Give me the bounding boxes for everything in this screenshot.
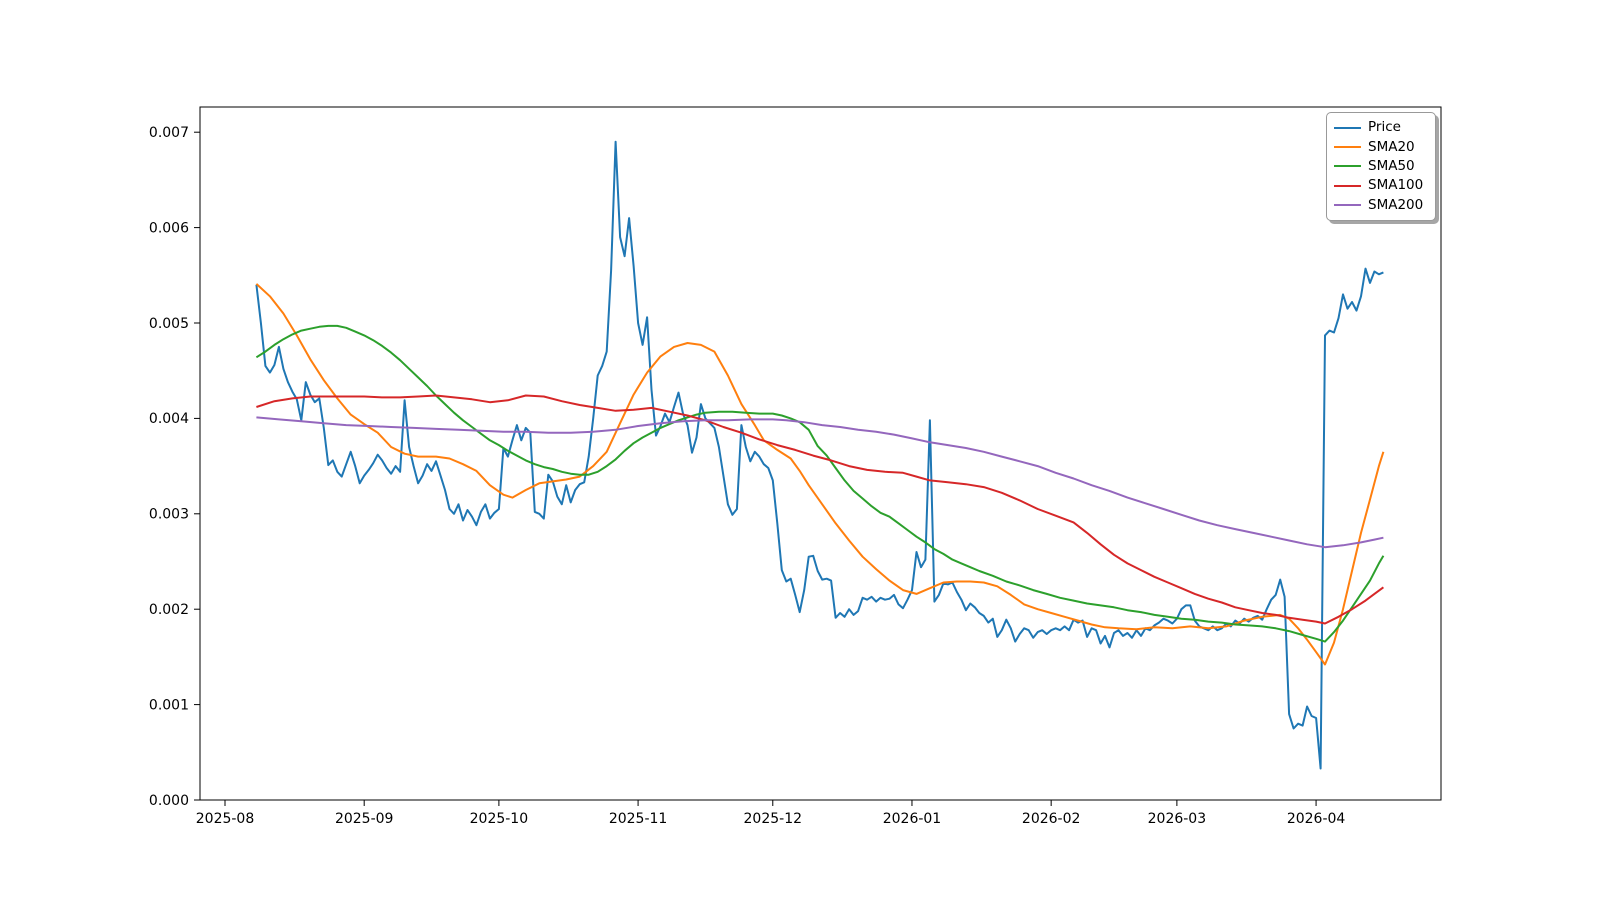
legend-line-swatch bbox=[1334, 126, 1361, 129]
x-tick-label: 2025-12 bbox=[744, 811, 803, 827]
legend-line-swatch bbox=[1334, 204, 1361, 207]
x-tick-label: 2026-04 bbox=[1287, 811, 1346, 827]
y-tick-label: 0.001 bbox=[149, 697, 189, 713]
legend: Price SMA20 SMA50 SMA100 SMA200 bbox=[1326, 112, 1436, 221]
legend-line-swatch bbox=[1334, 184, 1361, 187]
y-tick-label: 0.004 bbox=[149, 411, 189, 427]
y-tick-label: 0.005 bbox=[149, 316, 189, 332]
legend-line-swatch bbox=[1334, 146, 1361, 149]
legend-label: Price bbox=[1368, 119, 1401, 136]
y-tick-label: 0.002 bbox=[149, 602, 189, 618]
x-tick-label: 2026-02 bbox=[1022, 811, 1081, 827]
x-tick-label: 2026-01 bbox=[883, 811, 942, 827]
plot-border bbox=[199, 106, 1442, 801]
legend-label: SMA200 bbox=[1368, 196, 1424, 213]
x-tick-label: 2025-08 bbox=[196, 811, 255, 827]
legend-label: SMA20 bbox=[1368, 138, 1415, 155]
x-tick-label: 2025-09 bbox=[335, 811, 394, 827]
y-tick-label: 0.000 bbox=[149, 793, 189, 809]
y-tick-label: 0.007 bbox=[149, 125, 189, 141]
series-line-sma100 bbox=[256, 394, 1384, 625]
legend-item-sma50: SMA50 bbox=[1334, 157, 1428, 176]
x-tick-label: 2025-11 bbox=[609, 811, 668, 827]
series-line-sma50 bbox=[255, 324, 1385, 643]
legend-label: SMA100 bbox=[1368, 177, 1424, 194]
legend-item-sma20: SMA20 bbox=[1334, 137, 1428, 156]
y-tick-label: 0.003 bbox=[149, 507, 189, 523]
y-tick-label: 0.006 bbox=[149, 220, 189, 236]
x-tick-label: 2026-03 bbox=[1148, 811, 1207, 827]
x-tick-label: 2025-10 bbox=[470, 811, 529, 827]
series-line-sma200 bbox=[256, 416, 1384, 549]
series-line-price bbox=[255, 140, 1384, 770]
legend-label: SMA50 bbox=[1368, 157, 1415, 174]
legend-item-sma200: SMA200 bbox=[1334, 196, 1428, 215]
figure-canvas: 2025-08 2025-09 2025-10 2025-11 2025-12 2026-… bbox=[0, 0, 1600, 900]
legend-line-swatch bbox=[1334, 165, 1361, 168]
series-line-sma20 bbox=[255, 283, 1385, 666]
legend-item-price: Price bbox=[1334, 118, 1428, 137]
legend-item-sma100: SMA100 bbox=[1334, 176, 1428, 195]
